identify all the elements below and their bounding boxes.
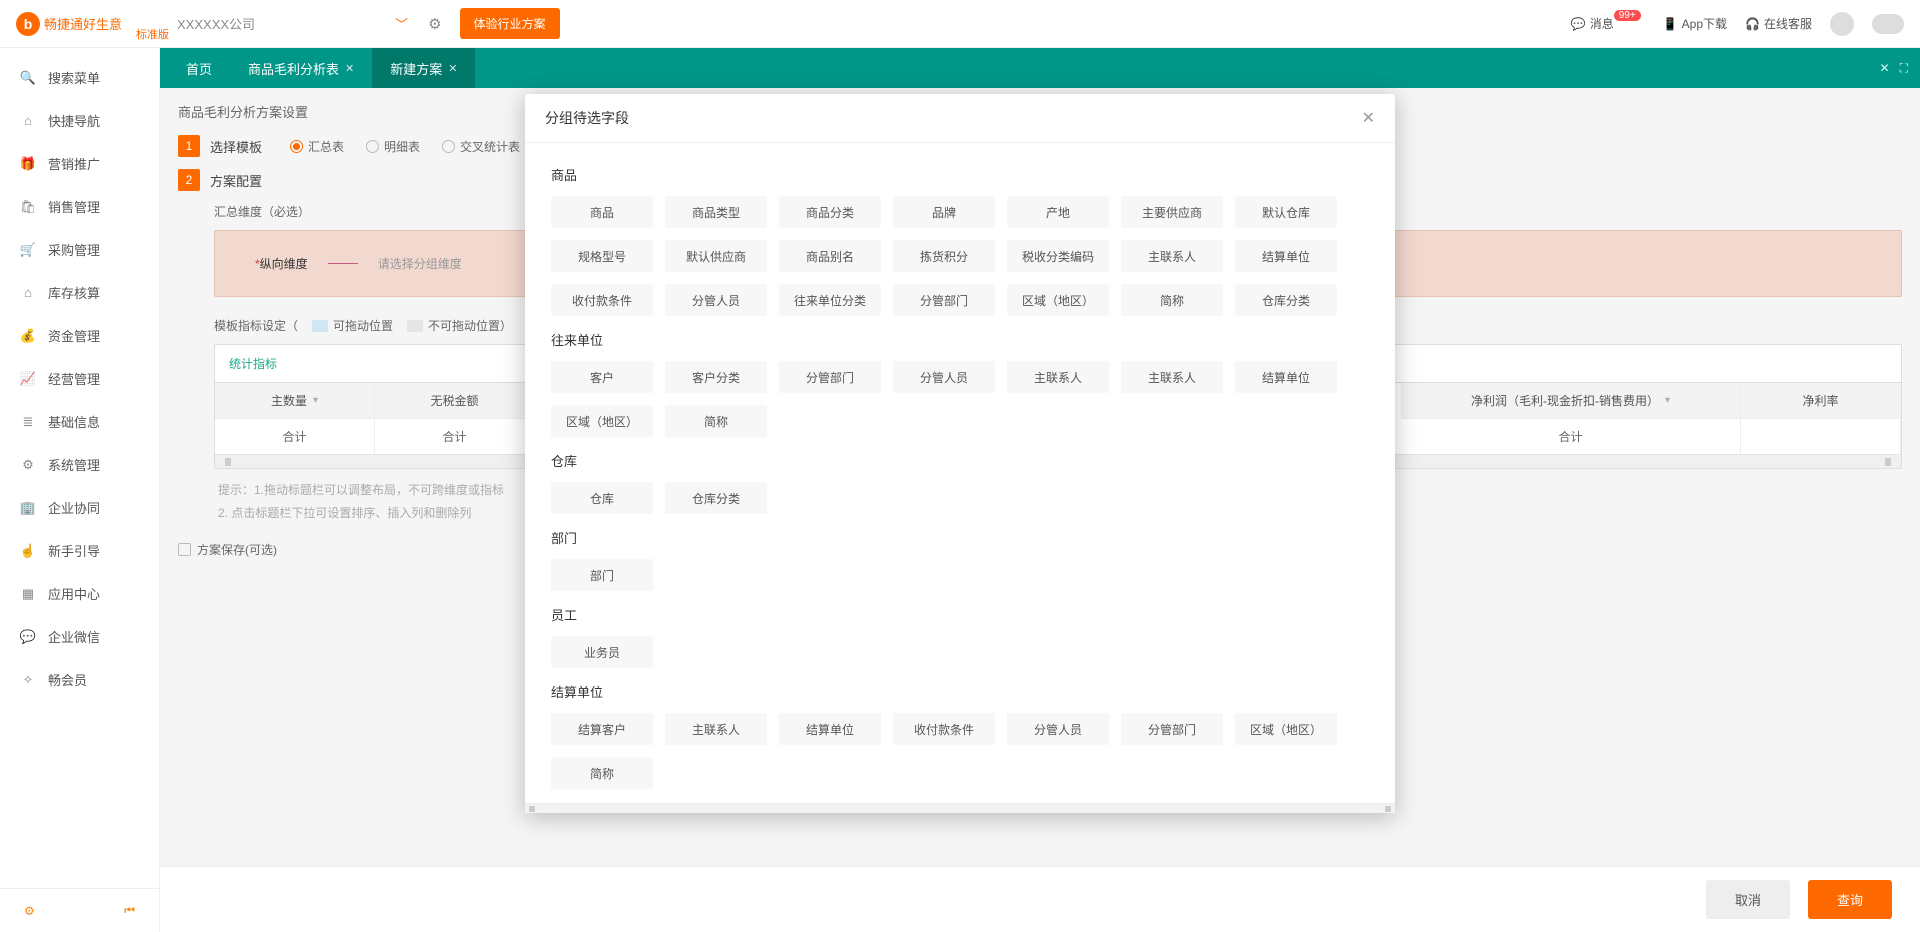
field-option[interactable]: 主联系人 xyxy=(1121,361,1223,393)
field-option[interactable]: 仓库分类 xyxy=(665,482,767,514)
modal-header: 分组待选字段 ✕ xyxy=(525,94,1395,143)
field-option[interactable]: 商品别名 xyxy=(779,240,881,272)
field-option[interactable]: 结算客户 xyxy=(551,713,653,745)
field-option[interactable]: 商品分类 xyxy=(779,196,881,228)
field-option[interactable]: 商品类型 xyxy=(665,196,767,228)
field-option[interactable]: 部门 xyxy=(551,559,653,591)
field-option[interactable]: 分管部门 xyxy=(779,361,881,393)
field-option[interactable]: 品牌 xyxy=(893,196,995,228)
field-option[interactable]: 分管部门 xyxy=(893,284,995,316)
field-option[interactable]: 结算单位 xyxy=(779,713,881,745)
field-option[interactable]: 结算单位 xyxy=(1235,361,1337,393)
modal-h-scrollbar[interactable] xyxy=(525,803,1395,813)
modal-title: 分组待选字段 xyxy=(545,108,629,128)
field-option[interactable]: 客户分类 xyxy=(665,361,767,393)
field-group-2: 仓库仓库仓库分类 xyxy=(551,451,1385,514)
field-option[interactable]: 分管人员 xyxy=(893,361,995,393)
modal-mask: 分组待选字段 ✕ 商品商品商品类型商品分类品牌产地主要供应商默认仓库规格型号默认… xyxy=(0,0,1920,932)
field-group-1: 往来单位客户客户分类分管部门分管人员主联系人主联系人结算单位区域（地区）简称 xyxy=(551,330,1385,437)
close-icon[interactable]: ✕ xyxy=(1362,108,1375,128)
field-group-5: 结算单位结算客户主联系人结算单位收付款条件分管人员分管部门区域（地区）简称 xyxy=(551,682,1385,789)
field-group-title: 部门 xyxy=(551,528,1385,547)
field-option[interactable]: 区域（地区） xyxy=(1235,713,1337,745)
field-group-title: 往来单位 xyxy=(551,330,1385,349)
field-option[interactable]: 主联系人 xyxy=(1121,240,1223,272)
field-option[interactable]: 往来单位分类 xyxy=(779,284,881,316)
field-option[interactable]: 分管部门 xyxy=(1121,713,1223,745)
field-option[interactable]: 规格型号 xyxy=(551,240,653,272)
field-option[interactable]: 默认供应商 xyxy=(665,240,767,272)
field-option[interactable]: 收付款条件 xyxy=(893,713,995,745)
field-group-title: 仓库 xyxy=(551,451,1385,470)
field-group-title: 员工 xyxy=(551,605,1385,624)
field-option[interactable]: 简称 xyxy=(1121,284,1223,316)
field-option[interactable]: 主联系人 xyxy=(665,713,767,745)
field-picker-modal: 分组待选字段 ✕ 商品商品商品类型商品分类品牌产地主要供应商默认仓库规格型号默认… xyxy=(525,94,1395,813)
field-option[interactable]: 默认仓库 xyxy=(1235,196,1337,228)
field-option[interactable]: 业务员 xyxy=(551,636,653,668)
field-group-title: 结算单位 xyxy=(551,682,1385,701)
field-option[interactable]: 主联系人 xyxy=(1007,361,1109,393)
field-option[interactable]: 商品 xyxy=(551,196,653,228)
field-option[interactable]: 仓库 xyxy=(551,482,653,514)
field-option[interactable]: 收付款条件 xyxy=(551,284,653,316)
field-option[interactable]: 简称 xyxy=(665,405,767,437)
field-option[interactable]: 客户 xyxy=(551,361,653,393)
field-option[interactable]: 税收分类编码 xyxy=(1007,240,1109,272)
field-option[interactable]: 结算单位 xyxy=(1235,240,1337,272)
field-option[interactable]: 区域（地区） xyxy=(551,405,653,437)
modal-body: 商品商品商品类型商品分类品牌产地主要供应商默认仓库规格型号默认供应商商品别名拣货… xyxy=(525,143,1395,803)
field-option[interactable]: 产地 xyxy=(1007,196,1109,228)
field-option[interactable]: 简称 xyxy=(551,757,653,789)
field-option[interactable]: 仓库分类 xyxy=(1235,284,1337,316)
field-option[interactable]: 主要供应商 xyxy=(1121,196,1223,228)
field-group-3: 部门部门 xyxy=(551,528,1385,591)
field-option[interactable]: 分管人员 xyxy=(665,284,767,316)
field-option[interactable]: 拣货积分 xyxy=(893,240,995,272)
field-group-4: 员工业务员 xyxy=(551,605,1385,668)
field-option[interactable]: 区域（地区） xyxy=(1007,284,1109,316)
field-option[interactable]: 分管人员 xyxy=(1007,713,1109,745)
field-group-title: 商品 xyxy=(551,165,1385,184)
field-group-0: 商品商品商品类型商品分类品牌产地主要供应商默认仓库规格型号默认供应商商品别名拣货… xyxy=(551,165,1385,316)
